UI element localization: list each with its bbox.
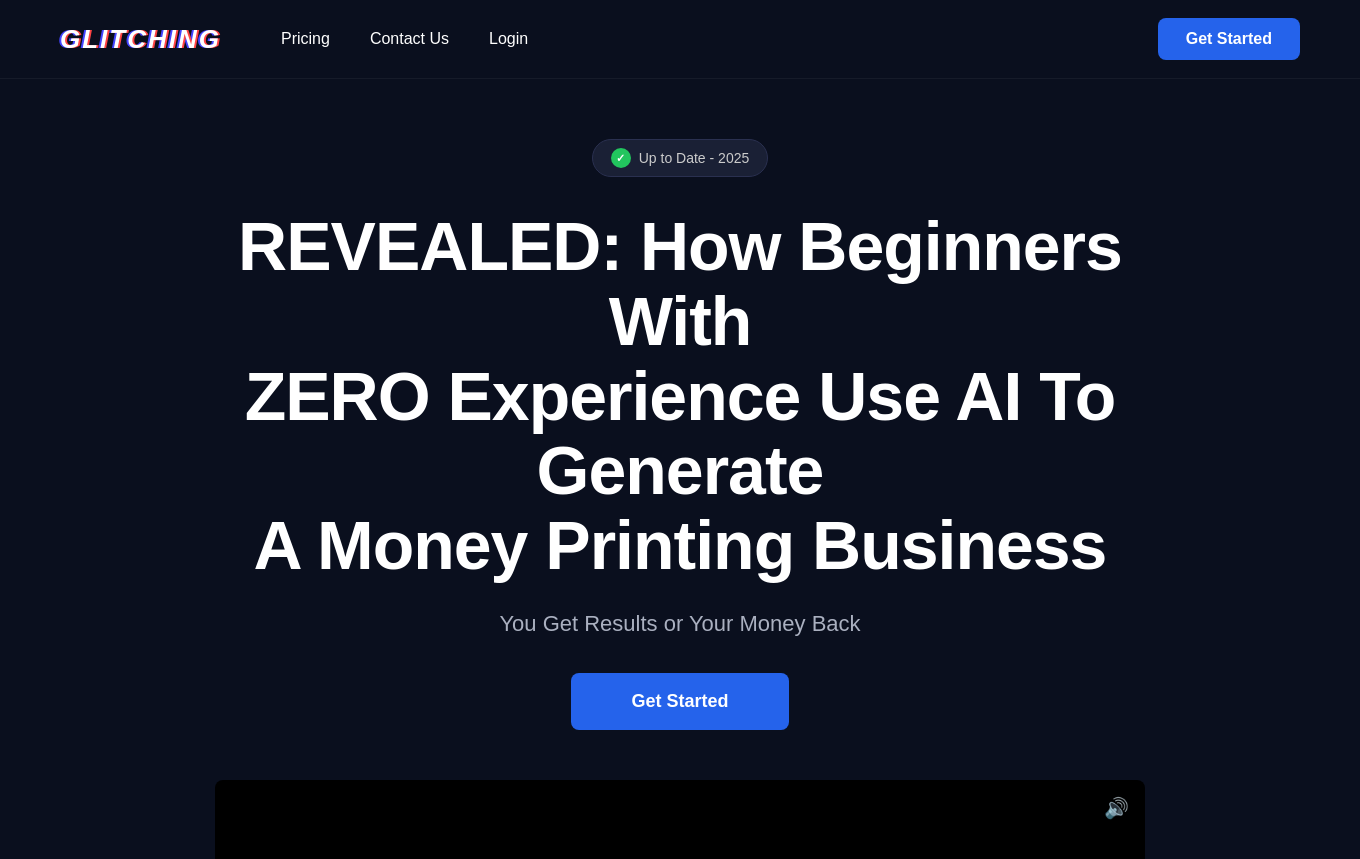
hero-title: REVEALED: How Beginners With ZERO Experi… [230,209,1130,583]
hero-title-line2: ZERO Experience Use AI To Generate [245,358,1116,509]
navbar-left: GLITCHING Pricing Contact Us Login [60,24,528,55]
hero-title-line1: REVEALED: How Beginners With [238,208,1122,359]
nav-item-pricing[interactable]: Pricing [281,30,330,48]
nav-link-login[interactable]: Login [489,30,528,47]
check-icon [611,148,631,168]
badge-label: Up to Date - 2025 [639,150,750,166]
hero-section: Up to Date - 2025 REVEALED: How Beginner… [0,79,1360,859]
up-to-date-badge: Up to Date - 2025 [592,139,769,177]
nav-links: Pricing Contact Us Login [281,30,528,48]
get-started-hero-button[interactable]: Get Started [571,673,788,730]
hero-title-line3: A Money Printing Business [254,507,1107,583]
hero-subtitle: You Get Results or Your Money Back [499,611,860,637]
nav-item-login[interactable]: Login [489,30,528,48]
get-started-nav-button[interactable]: Get Started [1158,18,1300,60]
nav-item-contact[interactable]: Contact Us [370,30,449,48]
nav-link-contact[interactable]: Contact Us [370,30,449,47]
video-player[interactable]: 🔊 [215,780,1145,859]
nav-link-pricing[interactable]: Pricing [281,30,330,47]
logo: GLITCHING [60,24,221,55]
volume-icon: 🔊 [1104,796,1129,820]
navbar: GLITCHING Pricing Contact Us Login Get S… [0,0,1360,79]
